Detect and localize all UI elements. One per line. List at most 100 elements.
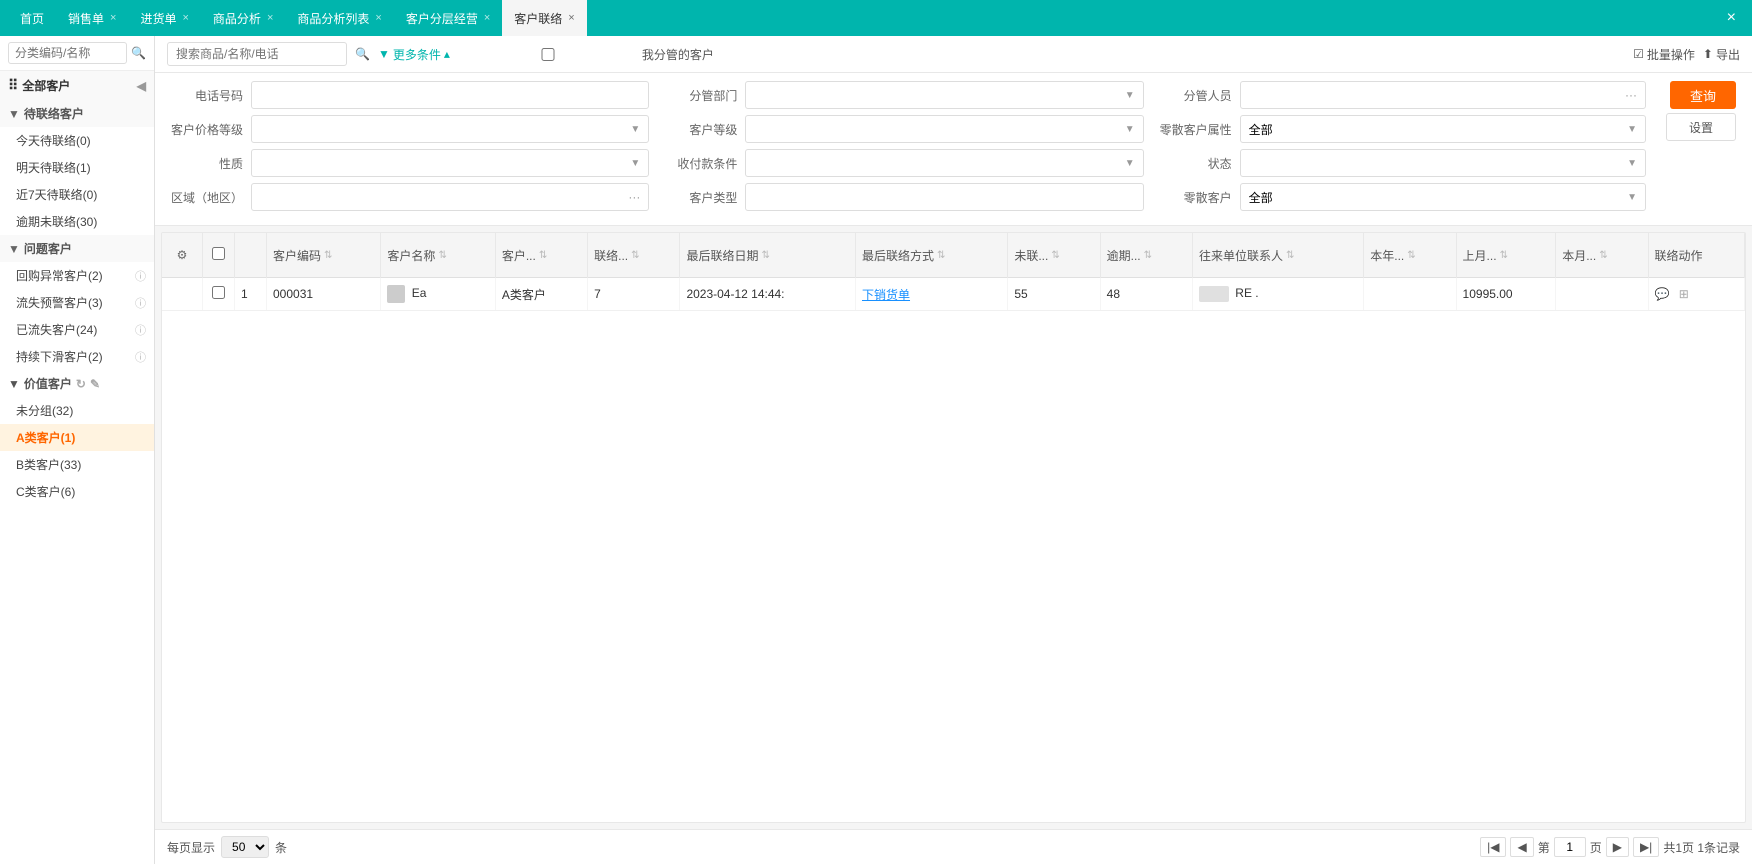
sidebar-item-7days[interactable]: 近7天待联络(0) xyxy=(0,181,154,208)
prev-page-button[interactable]: ◀ xyxy=(1510,837,1533,857)
sidebar-search-icon[interactable]: 🔍 xyxy=(131,46,146,60)
customer-type-field: 客户类型 xyxy=(665,183,1159,211)
sidebar: 🔍 ⠿ 全部客户 ◀ ▼ 待联络客户 今天待联络(0) 明天待联络(1) 近7天… xyxy=(0,36,155,864)
nav-purchase[interactable]: 进货单 × xyxy=(128,0,200,36)
sidebar-item-unclassified[interactable]: 未分组(32) xyxy=(0,397,154,424)
settings-button[interactable]: 设置 xyxy=(1666,113,1736,141)
sidebar-item-today[interactable]: 今天待联络(0) xyxy=(0,127,154,154)
col-last-date[interactable]: 最后联络日期⇅ xyxy=(680,233,856,278)
col-contact[interactable]: 联络...⇅ xyxy=(588,233,680,278)
phone-input[interactable] xyxy=(251,81,649,109)
sidebar-item-repurchase[interactable]: 回购异常客户(2) ⓘ xyxy=(0,262,154,289)
dept-select[interactable]: ▼ xyxy=(745,81,1143,109)
top-navigation: 首页 销售单 × 进货单 × 商品分析 × 商品分析列表 × 客户分层经营 × … xyxy=(0,0,1752,36)
export-button[interactable]: ⬆ 导出 xyxy=(1703,46,1740,63)
dept-field: 分管部门 ▼ xyxy=(665,81,1159,109)
select-all-checkbox[interactable] xyxy=(212,247,225,260)
nav-home[interactable]: 首页 xyxy=(8,0,56,36)
query-button[interactable]: 查询 xyxy=(1670,81,1736,109)
price-level-select[interactable]: ▼ xyxy=(251,115,649,143)
action-chat-icon[interactable]: 💬 xyxy=(1655,287,1670,301)
col-last-method[interactable]: 最后联络方式⇅ xyxy=(856,233,1008,278)
table-scroll[interactable]: ⚙ 客户编码⇅ 客户名称⇅ xyxy=(162,233,1745,822)
region-input[interactable]: ··· xyxy=(251,183,649,211)
close-goods-list-tab[interactable]: × xyxy=(375,12,381,24)
row-checkbox[interactable] xyxy=(212,286,225,299)
value-customers-header[interactable]: ▼ 价值客户 ↻ ✎ xyxy=(0,370,154,397)
nav-goods-list[interactable]: 商品分析列表 × xyxy=(285,0,393,36)
action-qr-icon[interactable]: ⊞ xyxy=(1679,287,1689,301)
page-number-input[interactable] xyxy=(1554,837,1586,857)
col-action[interactable]: 联络动作 xyxy=(1648,233,1745,278)
page-size-area: 每页显示 50 条 xyxy=(167,836,287,858)
customer-type-input[interactable] xyxy=(745,183,1143,211)
content-area: 🔍 ▼ 更多条件 ▴ 我分管的客户 ☑ 批量操作 ⬆ 导出 xyxy=(155,36,1752,864)
customer-level-select[interactable]: ▼ xyxy=(745,115,1143,143)
nav-sales[interactable]: 销售单 × xyxy=(56,0,128,36)
page-size-select[interactable]: 50 xyxy=(221,836,269,858)
filter-row-4: 区域（地区） ··· 客户类型 零散客户 xyxy=(171,183,1654,211)
sidebar-item-tomorrow[interactable]: 明天待联络(1) xyxy=(0,154,154,181)
pagination-area: |◀ ◀ 第 页 ▶ ▶| 共1页 1条记录 xyxy=(1480,837,1740,857)
sidebar-item-b-class[interactable]: B类客户(33) xyxy=(0,451,154,478)
retail-customer-select[interactable]: 全部▼ xyxy=(1240,183,1646,211)
col-no-contact[interactable]: 未联...⇅ xyxy=(1008,233,1100,278)
col-this-year[interactable]: 本年...⇅ xyxy=(1364,233,1456,278)
next-page-button[interactable]: ▶ xyxy=(1606,837,1629,857)
col-overdue[interactable]: 逾期...⇅ xyxy=(1100,233,1192,278)
sidebar-item-a-class[interactable]: A类客户(1) xyxy=(0,424,154,451)
col-last-month[interactable]: 上月...⇅ xyxy=(1456,233,1556,278)
table-area: ⚙ 客户编码⇅ 客户名称⇅ xyxy=(161,232,1746,823)
sidebar-item-overdue[interactable]: 逾期未联络(30) xyxy=(0,208,154,235)
retail-attr-field: 零散客户属性 全部▼ xyxy=(1160,115,1654,143)
all-customers-header[interactable]: ⠿ 全部客户 ◀ xyxy=(0,71,154,100)
batch-op-button[interactable]: ☑ 批量操作 xyxy=(1633,46,1695,63)
row-this-month xyxy=(1556,278,1648,311)
close-all-button[interactable]: × xyxy=(1719,9,1744,27)
problem-customers-header[interactable]: ▼ 问题客户 xyxy=(0,235,154,262)
close-sales-tab[interactable]: × xyxy=(110,12,116,24)
close-customer-contact-tab[interactable]: × xyxy=(568,12,574,24)
search-icon[interactable]: 🔍 xyxy=(355,47,370,61)
edit-icon[interactable]: ✎ xyxy=(90,377,100,391)
sidebar-search-input[interactable] xyxy=(8,42,127,64)
col-code[interactable]: 客户编码⇅ xyxy=(267,233,381,278)
row-last-method[interactable]: 下销货单 xyxy=(856,278,1008,311)
filter-row-1: 电话号码 分管部门 ▼ 分管人员 ··· xyxy=(171,81,1654,109)
payment-field: 收付款条件 ▼ xyxy=(665,149,1159,177)
manager-input[interactable]: ··· xyxy=(1240,81,1646,109)
pending-contacts-header[interactable]: ▼ 待联络客户 xyxy=(0,100,154,127)
nature-field: 性质 ▼ xyxy=(171,149,665,177)
payment-select[interactable]: ▼ xyxy=(745,149,1143,177)
close-customer-tier-tab[interactable]: × xyxy=(484,12,490,24)
nav-customer-contact[interactable]: 客户联络 × xyxy=(502,0,586,36)
my-customers-checkbox[interactable] xyxy=(458,48,638,61)
search-input[interactable] xyxy=(167,42,347,66)
nature-select[interactable]: ▼ xyxy=(251,149,649,177)
col-name[interactable]: 客户名称⇅ xyxy=(381,233,495,278)
last-page-button[interactable]: ▶| xyxy=(1633,837,1659,857)
table-settings-icon[interactable]: ⚙ xyxy=(168,241,196,269)
close-purchase-tab[interactable]: × xyxy=(182,12,188,24)
more-filters-button[interactable]: ▼ 更多条件 ▴ xyxy=(378,46,450,63)
nav-customer-tier[interactable]: 客户分层经营 × xyxy=(394,0,502,36)
row-last-month: 10995.00 xyxy=(1456,278,1556,311)
sidebar-item-churned[interactable]: 已流失客户(24) ⓘ xyxy=(0,316,154,343)
nav-goods-analysis[interactable]: 商品分析 × xyxy=(201,0,285,36)
collapse-icon[interactable]: ◀ xyxy=(137,79,146,93)
row-type: A类客户 xyxy=(495,278,587,311)
col-this-month[interactable]: 本月...⇅ xyxy=(1556,233,1648,278)
sidebar-item-c-class[interactable]: C类客户(6) xyxy=(0,478,154,505)
sidebar-item-churn-warning[interactable]: 流失预警客户(3) ⓘ xyxy=(0,289,154,316)
info-icon-declining: ⓘ xyxy=(135,349,146,365)
col-unit-contact[interactable]: 往来单位联系人⇅ xyxy=(1192,233,1363,278)
refresh-icon[interactable]: ↻ xyxy=(76,377,86,391)
first-page-button[interactable]: |◀ xyxy=(1480,837,1506,857)
sidebar-item-declining[interactable]: 持续下滑客户(2) ⓘ xyxy=(0,343,154,370)
col-type[interactable]: 客户...⇅ xyxy=(495,233,587,278)
info-icon-churn: ⓘ xyxy=(135,295,146,311)
status-select[interactable]: ▼ xyxy=(1240,149,1646,177)
close-goods-tab[interactable]: × xyxy=(267,12,273,24)
retail-attr-select[interactable]: 全部▼ xyxy=(1240,115,1646,143)
my-customers-filter[interactable]: 我分管的客户 xyxy=(458,46,714,63)
